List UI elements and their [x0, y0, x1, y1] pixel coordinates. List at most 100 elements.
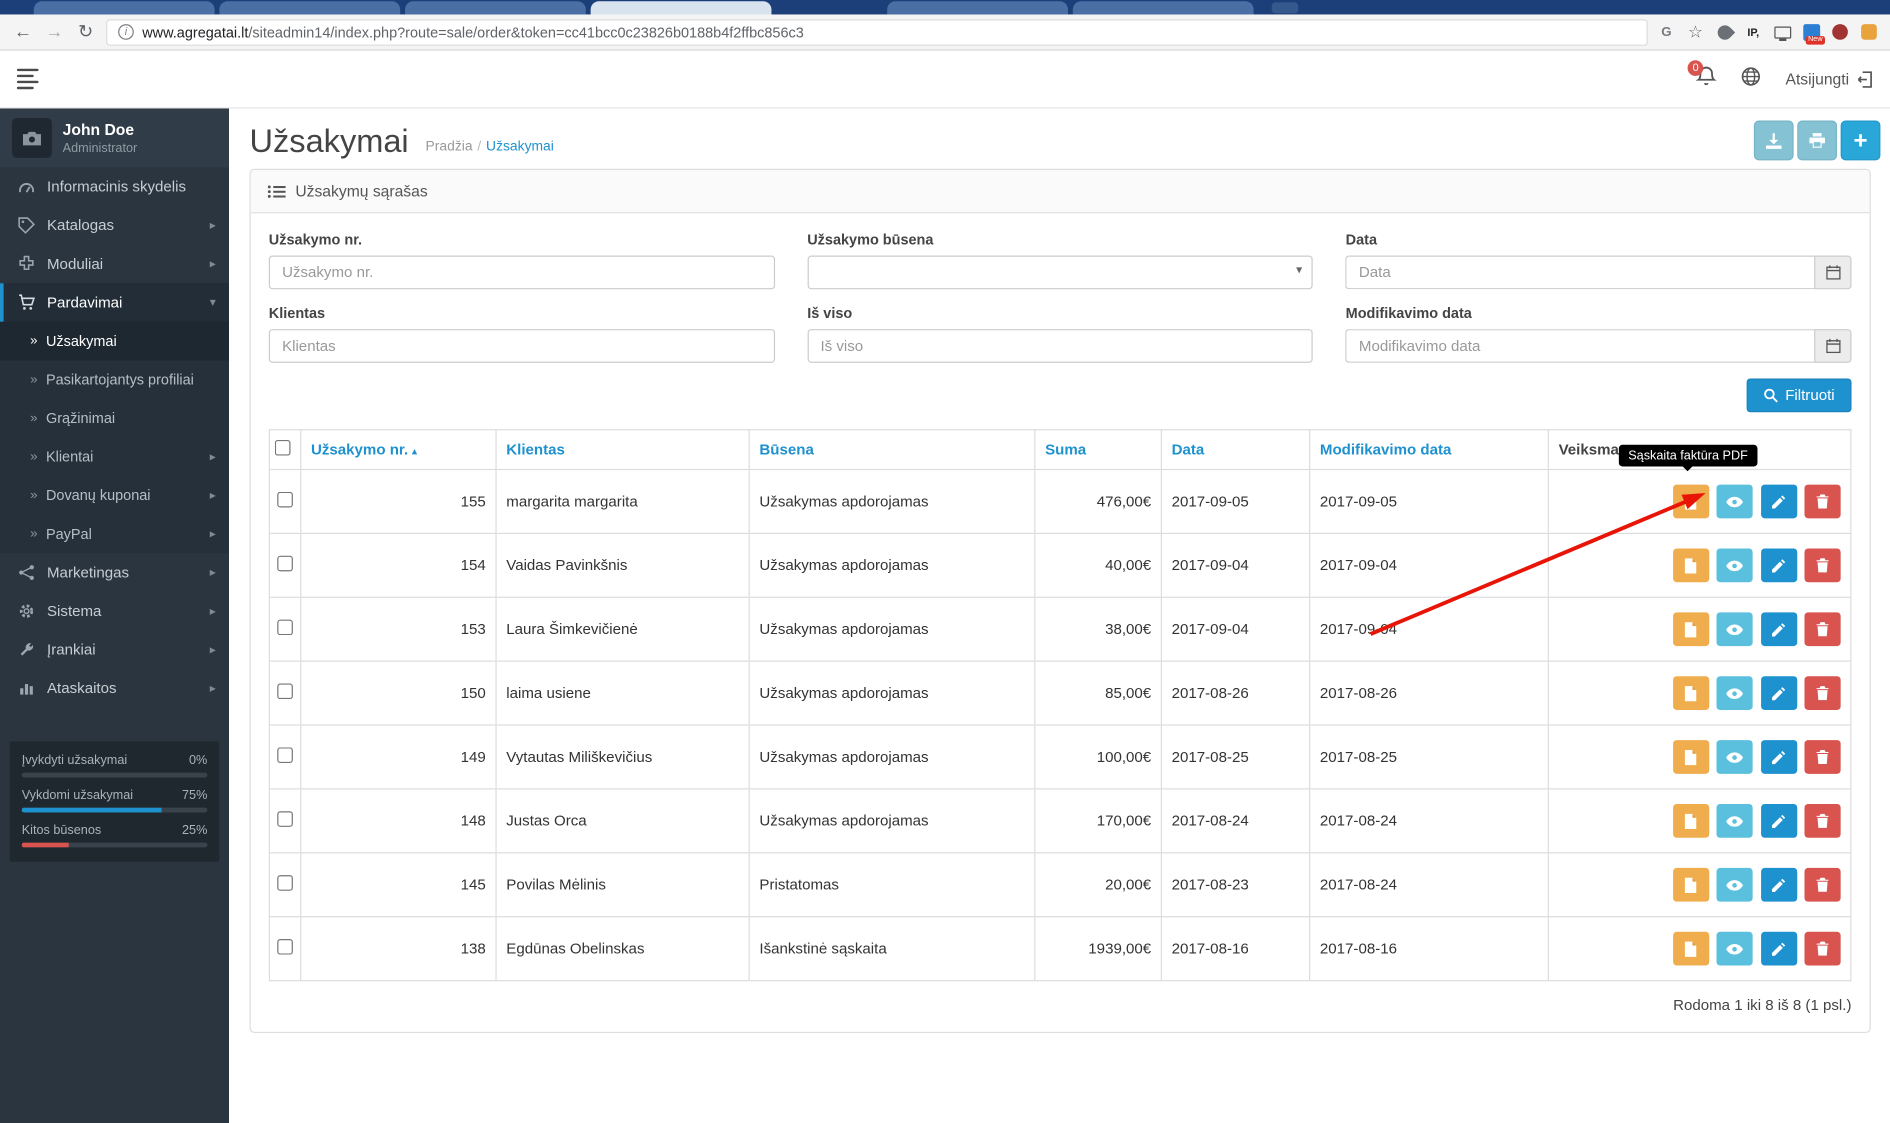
back-icon[interactable]: ←	[12, 23, 34, 41]
submenu-item-recurring-profiles[interactable]: » Pasikartojantys profiliai	[0, 360, 229, 399]
delete-button[interactable]	[1804, 867, 1841, 902]
edit-button[interactable]	[1760, 484, 1797, 519]
select-all-checkbox[interactable]	[274, 439, 291, 456]
view-button[interactable]	[1716, 676, 1753, 710]
sort-customer[interactable]: Klientas	[506, 441, 565, 458]
address-bar[interactable]: i www.agregatai.lt/siteadmin14/index.php…	[106, 18, 1648, 46]
edit-button[interactable]	[1760, 804, 1797, 838]
orange-extension-icon[interactable]	[1860, 23, 1878, 41]
delete-button[interactable]	[1804, 931, 1841, 966]
sidebar-item-catalog[interactable]: Katalogas ▸	[0, 206, 229, 245]
row-checkbox[interactable]	[277, 619, 293, 636]
submenu-item-gift-vouchers[interactable]: » Dovanų kuponai ▸	[0, 476, 229, 515]
row-checkbox[interactable]	[277, 555, 293, 572]
invoice-pdf-button[interactable]	[1672, 548, 1709, 583]
sidebar-item-tools[interactable]: Įrankiai ▸	[0, 630, 229, 669]
red-extension-icon[interactable]	[1831, 23, 1849, 41]
row-checkbox[interactable]	[277, 939, 293, 955]
modified-date-input[interactable]	[1345, 329, 1815, 363]
add-order-button[interactable]: +	[1840, 120, 1881, 161]
bookmark-star-icon[interactable]: ☆	[1686, 22, 1704, 41]
view-button[interactable]	[1716, 484, 1753, 519]
forward-icon[interactable]: →	[43, 23, 65, 41]
sidebar-item-reports[interactable]: Ataskaitos ▸	[0, 669, 229, 708]
browser-tab-active[interactable]	[590, 1, 772, 15]
delete-button[interactable]	[1804, 676, 1841, 710]
submenu-item-orders[interactable]: » Užsakymai	[0, 321, 230, 361]
submenu-item-customers[interactable]: » Klientai ▸	[0, 438, 229, 477]
breadcrumb-current[interactable]: Užsakymai	[486, 140, 554, 154]
invoice-pdf-button[interactable]	[1672, 484, 1709, 519]
sort-status[interactable]: Būsena	[759, 441, 813, 458]
delete-button[interactable]	[1804, 612, 1841, 647]
invoice-pdf-button[interactable]	[1672, 867, 1709, 902]
submenu-item-returns[interactable]: » Grąžinimai	[0, 399, 229, 438]
view-button[interactable]	[1716, 740, 1753, 774]
print-invoice-button[interactable]	[1753, 120, 1794, 161]
order-nr-input[interactable]	[268, 255, 775, 290]
breadcrumb-home[interactable]: Pradžia	[426, 140, 473, 154]
customer-input[interactable]	[268, 329, 775, 363]
notifications-button[interactable]: 0	[1687, 59, 1718, 93]
total-input[interactable]	[807, 329, 1314, 363]
row-checkbox[interactable]	[277, 683, 293, 700]
language-button[interactable]	[1741, 66, 1761, 93]
modified-date-picker-button[interactable]	[1814, 329, 1852, 363]
row-checkbox[interactable]	[277, 811, 293, 827]
sidebar-item-sales[interactable]: Pardavimai ▾	[0, 283, 230, 322]
view-button[interactable]	[1716, 612, 1753, 647]
row-checkbox[interactable]	[277, 491, 293, 508]
translate-icon[interactable]: G	[1657, 23, 1675, 41]
extension-icon-with-new-badge[interactable]: New	[1802, 23, 1825, 45]
delete-button[interactable]	[1804, 740, 1841, 774]
browser-tab[interactable]	[1072, 1, 1254, 15]
delete-button[interactable]	[1804, 484, 1841, 519]
browser-tab[interactable]	[33, 1, 215, 15]
invoice-pdf-button[interactable]	[1672, 612, 1709, 647]
new-tab-button[interactable]	[1271, 2, 1299, 14]
invoice-pdf-button[interactable]	[1672, 804, 1709, 838]
sidebar-item-extensions[interactable]: Moduliai ▸	[0, 245, 229, 284]
date-input[interactable]	[1345, 255, 1815, 290]
edit-button[interactable]	[1760, 931, 1797, 966]
delete-button[interactable]	[1804, 548, 1841, 583]
view-button[interactable]	[1716, 931, 1753, 966]
browser-tab[interactable]	[405, 1, 586, 15]
page-info-icon[interactable]: i	[118, 24, 134, 40]
sort-order-nr[interactable]: Užsakymo nr.	[311, 441, 408, 458]
invoice-pdf-button[interactable]	[1672, 931, 1709, 966]
sidebar-item-marketing[interactable]: Marketingas ▸	[0, 553, 229, 592]
row-checkbox[interactable]	[277, 747, 293, 764]
avatar[interactable]	[12, 118, 52, 158]
delete-button[interactable]	[1804, 804, 1841, 838]
invoice-pdf-button[interactable]	[1672, 676, 1709, 710]
sort-modified[interactable]: Modifikavimo data	[1320, 441, 1451, 458]
edit-button[interactable]	[1760, 740, 1797, 774]
sidebar-item-system[interactable]: Sistema ▸	[0, 592, 229, 631]
submenu-item-paypal[interactable]: » PayPal ▸	[0, 515, 229, 554]
browser-tab[interactable]	[887, 1, 1068, 15]
view-button[interactable]	[1716, 804, 1753, 838]
edit-button[interactable]	[1760, 867, 1797, 902]
filter-button[interactable]: Filtruoti	[1746, 378, 1852, 413]
order-status-select[interactable]: ▾	[807, 255, 1314, 290]
monitor-extension-icon[interactable]	[1773, 23, 1791, 41]
view-button[interactable]	[1716, 548, 1753, 583]
date-picker-button[interactable]	[1814, 255, 1852, 290]
menu-toggle-icon[interactable]	[16, 68, 39, 90]
print-shipping-button[interactable]	[1797, 120, 1838, 161]
sort-date[interactable]: Data	[1172, 441, 1205, 458]
refresh-icon[interactable]: ↻	[75, 23, 97, 41]
eyedropper-extension-icon[interactable]	[1714, 21, 1735, 43]
sort-total[interactable]: Suma	[1045, 441, 1086, 458]
edit-button[interactable]	[1760, 612, 1797, 647]
logout-button[interactable]: Atsijungti	[1785, 70, 1873, 88]
edit-button[interactable]	[1760, 548, 1797, 583]
invoice-pdf-button[interactable]	[1672, 740, 1709, 774]
view-button[interactable]	[1716, 867, 1753, 902]
edit-button[interactable]	[1760, 676, 1797, 710]
ip-extension-icon[interactable]: IP,	[1744, 23, 1762, 41]
row-checkbox[interactable]	[277, 875, 293, 891]
sidebar-item-dashboard[interactable]: Informacinis skydelis	[0, 168, 229, 207]
browser-tab[interactable]	[219, 1, 401, 15]
